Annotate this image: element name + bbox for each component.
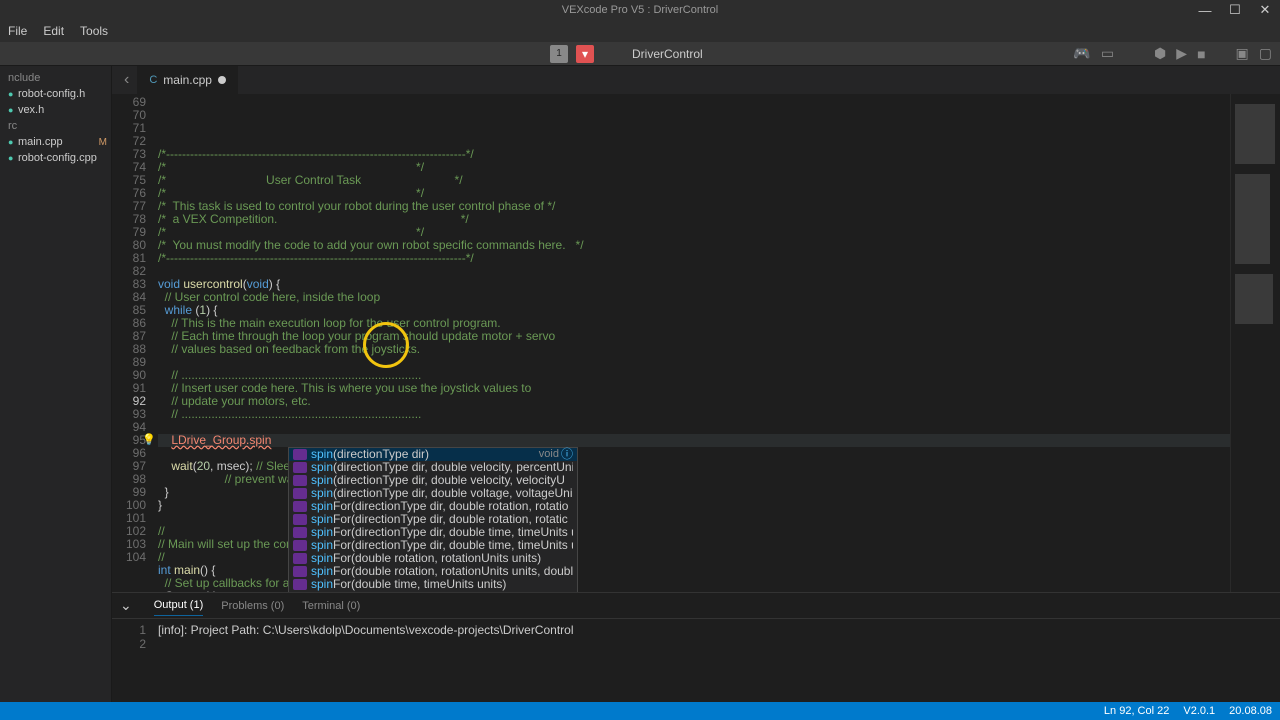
autocomplete-popup[interactable]: spin(directionType dir)voidⓘspin(directi… (288, 447, 578, 592)
sidebar-item-vex-h[interactable]: ● vex.h (0, 102, 111, 118)
status-version: V2.0.1 (1183, 705, 1215, 717)
maximize-button[interactable]: ☐ (1220, 0, 1250, 20)
autocomplete-item[interactable]: spinFor(double time, timeUnits units) (289, 578, 577, 591)
menu-edit[interactable]: Edit (43, 24, 64, 38)
minimize-button[interactable]: — (1190, 0, 1220, 20)
panel-tabs: ⌄ Output (1) Problems (0) Terminal (0) (112, 593, 1280, 619)
sidebar-item-rc[interactable]: rc (0, 118, 111, 134)
autocomplete-item[interactable]: spinFor(double rotation, rotationUnits u… (289, 552, 577, 565)
method-icon (293, 488, 307, 499)
tab-output[interactable]: Output (1) (154, 595, 204, 616)
autocomplete-item[interactable]: spinFor(directionType dir, double rotati… (289, 513, 577, 526)
autocomplete-item[interactable]: spinFor(double rotation, rotationUnits u… (289, 565, 577, 578)
sidebar-item-nclude[interactable]: nclude (0, 70, 111, 86)
panel-content: [info]: Project Path: C:\Users\kdolp\Doc… (158, 623, 1280, 702)
line-gutter: 6970717273747576777879808182838485868788… (112, 94, 158, 592)
minimap[interactable] (1230, 94, 1280, 592)
method-icon (293, 553, 307, 564)
toolbar: 1 ▾ DriverControl 🎮 ▭ ⬢ ▶ ■ ▣ ▢ (0, 42, 1280, 66)
autocomplete-item[interactable]: spinFor(directionType dir, double rotati… (289, 500, 577, 513)
menu-tools[interactable]: Tools (80, 24, 108, 38)
code-line-79[interactable] (158, 265, 1230, 278)
code-line-91[interactable] (158, 421, 1230, 434)
code-line-85[interactable]: // values based on feedback from the joy… (158, 343, 1230, 356)
tab-name: main.cpp (163, 73, 212, 87)
editor-tab-main[interactable]: C main.cpp (137, 66, 238, 94)
code-content[interactable]: /*--------------------------------------… (158, 94, 1230, 592)
cpp-icon: C (149, 74, 157, 86)
method-icon (293, 449, 307, 460)
code-line-88[interactable]: // Insert user code here. This is where … (158, 382, 1230, 395)
autocomplete-item[interactable]: spin(directionType dir, double voltage, … (289, 487, 577, 500)
tab-terminal[interactable]: Terminal (0) (302, 596, 360, 616)
method-icon (293, 475, 307, 486)
sidebar-item-robot-config-cpp[interactable]: ● robot-config.cpp (0, 150, 111, 166)
titlebar: VEXcode Pro V5 : DriverControl — ☐ ✕ (0, 0, 1280, 20)
method-icon (293, 579, 307, 590)
brain-icon[interactable]: ▭ (1101, 45, 1114, 62)
slot-icon[interactable]: 1 (550, 45, 568, 63)
editor-area: ‹ C main.cpp 697071727374757677787980818… (112, 66, 1280, 702)
autocomplete-item[interactable]: spin(directionType dir, double velocity,… (289, 461, 577, 474)
autocomplete-item[interactable]: spinFor(directionType dir, double time, … (289, 539, 577, 552)
method-icon (293, 501, 307, 512)
autocomplete-item[interactable]: spinFor(double time, timeUnits units, do… (289, 591, 577, 592)
bottom-panel: ⌄ Output (1) Problems (0) Terminal (0) 1… (112, 592, 1280, 702)
window-controls: — ☐ ✕ (1190, 0, 1280, 20)
help-icon[interactable]: ▣ (1236, 45, 1249, 62)
panel-gutter: 12 (112, 623, 158, 702)
controller-icon[interactable]: 🎮 (1073, 45, 1090, 62)
workspace: nclude● robot-config.h● vex.hrc● main.cp… (0, 66, 1280, 702)
settings-icon[interactable]: ▢ (1259, 45, 1272, 62)
menu-file[interactable]: File (8, 24, 27, 38)
autocomplete-item[interactable]: spin(directionType dir, double velocity,… (289, 474, 577, 487)
statusbar: Ln 92, Col 22 V2.0.1 20.08.08 (0, 702, 1280, 720)
tab-problems[interactable]: Problems (0) (221, 596, 284, 616)
autocomplete-item[interactable]: spinFor(directionType dir, double time, … (289, 526, 577, 539)
build-icon[interactable]: ⬢ (1154, 45, 1166, 62)
sidebar-item-robot-config-h[interactable]: ● robot-config.h (0, 86, 111, 102)
stop-icon[interactable]: ■ (1197, 46, 1205, 62)
output-line: [info]: Project Path: C:\Users\kdolp\Doc… (158, 623, 1280, 637)
window-title: VEXcode Pro V5 : DriverControl (562, 4, 719, 16)
method-icon (293, 566, 307, 577)
toolbar-right: 🎮 ▭ ⬢ ▶ ■ ▣ ▢ (1073, 45, 1272, 62)
dirty-indicator (218, 76, 226, 84)
file-explorer: nclude● robot-config.h● vex.hrc● main.cp… (0, 66, 112, 702)
sidebar-item-main-cpp[interactable]: ● main.cppM (0, 134, 111, 150)
code-line-92[interactable]: LDrive_Group.spin💡spin(directionType dir… (158, 434, 1230, 447)
panel-body: 12 [info]: Project Path: C:\Users\kdolp\… (112, 619, 1280, 702)
autocomplete-item[interactable]: spin(directionType dir)voidⓘ (289, 448, 577, 461)
project-name[interactable]: DriverControl (632, 47, 703, 61)
modified-badge: M (99, 137, 107, 148)
play-icon[interactable]: ▶ (1176, 45, 1187, 62)
method-icon (293, 540, 307, 551)
code-line-90[interactable]: // .....................................… (158, 408, 1230, 421)
back-icon[interactable]: ‹ (116, 71, 137, 89)
method-icon (293, 514, 307, 525)
method-icon (293, 527, 307, 538)
code-line-81[interactable]: // User control code here, inside the lo… (158, 291, 1230, 304)
editor-tabbar: ‹ C main.cpp (112, 66, 1280, 94)
lightbulb-icon[interactable]: 💡 (142, 434, 156, 447)
menubar: File Edit Tools (0, 20, 1280, 42)
error-icon[interactable]: ▾ (576, 45, 594, 63)
method-icon (293, 462, 307, 473)
status-date: 20.08.08 (1229, 705, 1272, 717)
info-icon[interactable]: ⓘ (561, 448, 573, 461)
status-cursor[interactable]: Ln 92, Col 22 (1104, 705, 1169, 717)
close-button[interactable]: ✕ (1250, 0, 1280, 20)
toolbar-center: 1 ▾ DriverControl (550, 45, 703, 63)
collapse-icon[interactable]: ⌄ (120, 597, 132, 614)
code-line-78[interactable]: /*--------------------------------------… (158, 252, 1230, 265)
editor-body[interactable]: 6970717273747576777879808182838485868788… (112, 94, 1280, 592)
